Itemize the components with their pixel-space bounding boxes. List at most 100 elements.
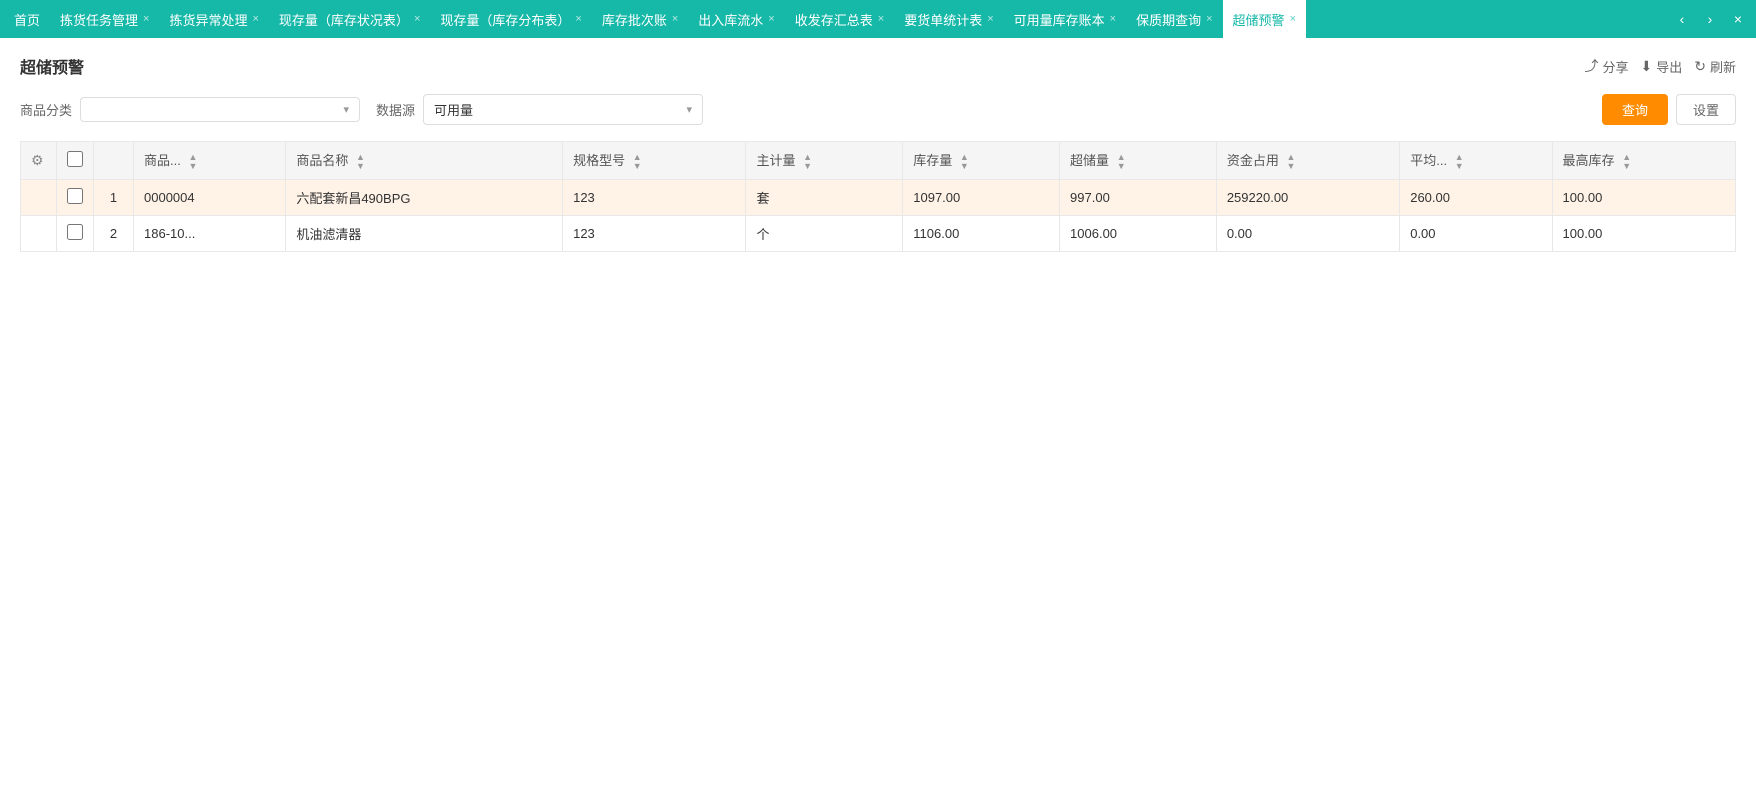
row2-checkbox[interactable] (67, 224, 83, 240)
category-label: 商品分类 (20, 100, 72, 119)
row1-product-name: 六配套新昌490BPG (286, 179, 563, 215)
close-batch-account[interactable]: × (672, 13, 678, 25)
col-gear[interactable]: ⚙ (21, 142, 57, 180)
page-header: 超储预警 ⤴ 分享 ⬇ 导出 ↻ 刷新 (20, 54, 1736, 78)
datasource-value: 可用量 (434, 100, 473, 119)
close-inout-flow[interactable]: × (768, 13, 774, 25)
col-product-code-header[interactable]: 商品... ▲▼ (134, 142, 286, 180)
page-title: 超储预警 (20, 54, 84, 78)
nav-stock-status[interactable]: 现存量（库存状况表） × (269, 0, 430, 38)
col-num-header (94, 142, 134, 180)
col-check-all[interactable] (57, 142, 94, 180)
row2-max-stock: 100.00 (1552, 215, 1735, 251)
category-chevron-icon: ▾ (343, 103, 349, 116)
row1-check-cell[interactable] (57, 179, 94, 215)
row1-unit: 套 (746, 179, 903, 215)
col-avg-header[interactable]: 平均... ▲▼ (1400, 142, 1552, 180)
nav-arrow-right[interactable]: › (1696, 0, 1724, 38)
nav-abnormal[interactable]: 拣货异常处理 × (159, 0, 268, 38)
row2-check-cell[interactable] (57, 215, 94, 251)
table-header-row: ⚙ 商品... ▲▼ 商品名称 ▲▼ 规格型号 ▲▼ (21, 142, 1736, 180)
table-row: 1 0000004 六配套新昌490BPG 123 套 1097.00 997.… (21, 179, 1736, 215)
nav-available-book[interactable]: 可用量库存账本 × (1004, 0, 1126, 38)
datasource-chevron-icon: ▾ (687, 103, 693, 116)
nav-task-mgmt[interactable]: 拣货任务管理 × (50, 0, 159, 38)
row1-spec: 123 (563, 179, 746, 215)
sort-capital-icon: ▲▼ (1286, 153, 1295, 171)
sort-spec-icon: ▲▼ (633, 153, 642, 171)
share-icon: ⤴ (1584, 56, 1598, 76)
export-icon: ⬇ (1641, 58, 1653, 75)
nav-stock-dist[interactable]: 现存量（库存分布表） × (430, 0, 591, 38)
datasource-select[interactable]: 可用量 ▾ (423, 94, 703, 125)
nav-inout-flow[interactable]: 出入库流水 × (688, 0, 784, 38)
datasource-filter: 数据源 可用量 ▾ (376, 94, 703, 125)
row1-product-code: 0000004 (134, 179, 286, 215)
row2-product-code: 186-10... (134, 215, 286, 251)
page-content: 超储预警 ⤴ 分享 ⬇ 导出 ↻ 刷新 商品分类 ▾ 数据源 (0, 38, 1756, 800)
row1-stock: 1097.00 (903, 179, 1060, 215)
col-spec-header[interactable]: 规格型号 ▲▼ (563, 142, 746, 180)
row2-overstock: 1006.00 (1060, 215, 1217, 251)
share-button[interactable]: ⤴ 分享 (1584, 56, 1628, 76)
close-overstock-warning[interactable]: × (1290, 13, 1296, 25)
row2-num: 2 (94, 215, 134, 251)
refresh-icon: ↻ (1694, 58, 1706, 75)
row1-settings-cell (21, 179, 57, 215)
row2-stock: 1106.00 (903, 215, 1060, 251)
top-nav: 首页 拣货任务管理 × 拣货异常处理 × 现存量（库存状况表） × 现存量（库存… (0, 0, 1756, 38)
col-overstock-header[interactable]: 超储量 ▲▼ (1060, 142, 1217, 180)
col-unit-header[interactable]: 主计量 ▲▼ (746, 142, 903, 180)
category-select[interactable]: ▾ (80, 97, 360, 122)
col-max-stock-header[interactable]: 最高库存 ▲▼ (1552, 142, 1735, 180)
row1-overstock: 997.00 (1060, 179, 1217, 215)
nav-arrow-close[interactable]: × (1724, 0, 1752, 38)
row2-avg: 0.00 (1400, 215, 1552, 251)
nav-overstock-warning[interactable]: 超储预警 × (1223, 0, 1306, 38)
sort-product-name-icon: ▲▼ (356, 153, 365, 171)
query-button[interactable]: 查询 (1602, 94, 1668, 125)
settings-button[interactable]: 设置 (1676, 94, 1736, 125)
row1-checkbox[interactable] (67, 188, 83, 204)
close-task-mgmt[interactable]: × (143, 13, 149, 25)
refresh-button[interactable]: ↻ 刷新 (1694, 57, 1736, 76)
sort-product-code-icon: ▲▼ (188, 153, 197, 171)
row2-unit: 个 (746, 215, 903, 251)
row1-num: 1 (94, 179, 134, 215)
nav-arrows: ‹ › × (1668, 0, 1752, 38)
data-table: ⚙ 商品... ▲▼ 商品名称 ▲▼ 规格型号 ▲▼ (20, 141, 1736, 252)
datasource-label: 数据源 (376, 100, 415, 119)
nav-batch-account[interactable]: 库存批次账 × (592, 0, 688, 38)
row2-settings-cell (21, 215, 57, 251)
row1-capital: 259220.00 (1216, 179, 1399, 215)
check-all-checkbox[interactable] (67, 151, 83, 167)
close-receipt-summary[interactable]: × (878, 13, 884, 25)
nav-home[interactable]: 首页 (4, 0, 50, 38)
nav-receipt-summary[interactable]: 收发存汇总表 × (785, 0, 894, 38)
gear-icon[interactable]: ⚙ (31, 152, 44, 168)
sort-avg-icon: ▲▼ (1455, 153, 1464, 171)
col-stock-header[interactable]: 库存量 ▲▼ (903, 142, 1060, 180)
col-product-name-header[interactable]: 商品名称 ▲▼ (286, 142, 563, 180)
col-capital-header[interactable]: 资金占用 ▲▼ (1216, 142, 1399, 180)
close-order-stats[interactable]: × (987, 13, 993, 25)
nav-expiry-query[interactable]: 保质期查询 × (1126, 0, 1222, 38)
filter-buttons: 查询 设置 (1602, 94, 1736, 125)
close-stock-dist[interactable]: × (575, 13, 581, 25)
close-stock-status[interactable]: × (414, 13, 420, 25)
row2-product-name: 机油滤清器 (286, 215, 563, 251)
sort-max-stock-icon: ▲▼ (1622, 153, 1631, 171)
close-abnormal[interactable]: × (252, 13, 258, 25)
row2-spec: 123 (563, 215, 746, 251)
nav-order-stats[interactable]: 要货单统计表 × (894, 0, 1003, 38)
nav-arrow-left[interactable]: ‹ (1668, 0, 1696, 38)
close-available-book[interactable]: × (1110, 13, 1116, 25)
sort-stock-icon: ▲▼ (960, 153, 969, 171)
row1-max-stock: 100.00 (1552, 179, 1735, 215)
table-row: 2 186-10... 机油滤清器 123 个 1106.00 1006.00 … (21, 215, 1736, 251)
export-button[interactable]: ⬇ 导出 (1641, 57, 1683, 76)
close-expiry-query[interactable]: × (1206, 13, 1212, 25)
sort-overstock-icon: ▲▼ (1117, 153, 1126, 171)
category-filter: 商品分类 ▾ (20, 97, 360, 122)
row2-capital: 0.00 (1216, 215, 1399, 251)
